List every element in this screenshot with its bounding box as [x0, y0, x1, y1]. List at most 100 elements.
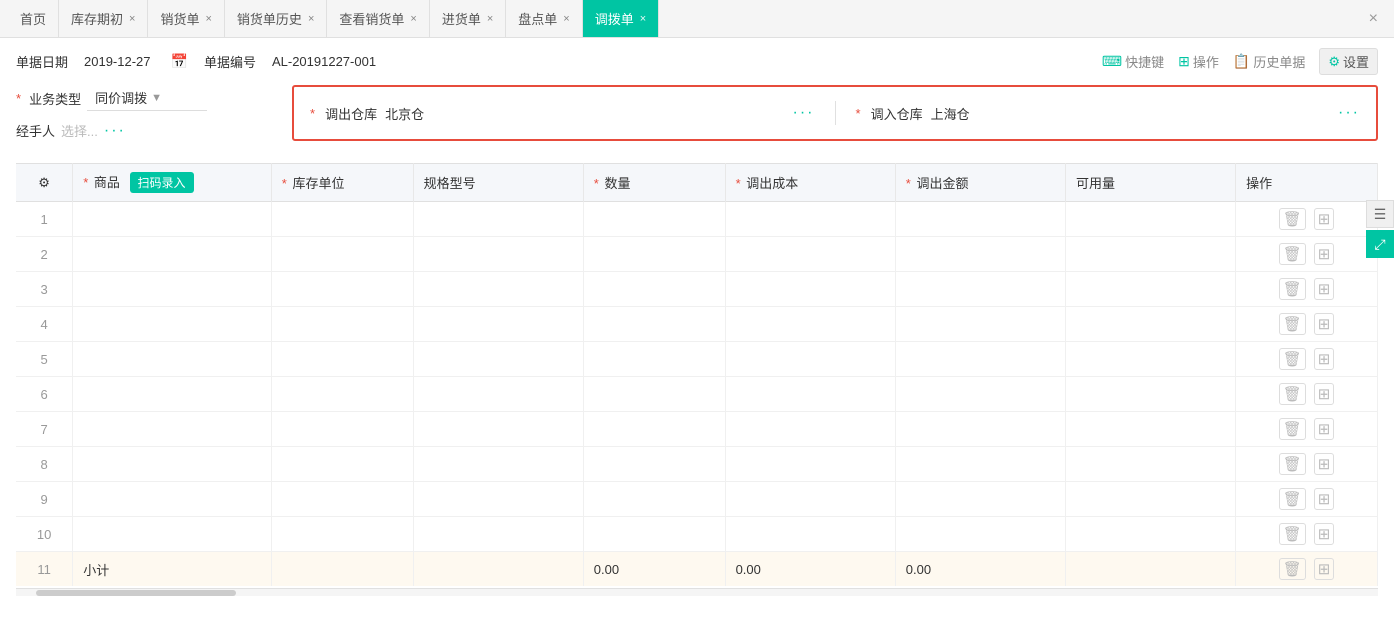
history-button[interactable]: 📋 历史单据 [1233, 52, 1305, 71]
window-close-icon[interactable]: × [1361, 10, 1386, 28]
row-unit-cell[interactable] [271, 342, 413, 377]
row-amount-cell[interactable] [895, 202, 1065, 237]
copy-icon[interactable]: ⊞ [1314, 418, 1335, 440]
delete-icon[interactable]: 🗑 [1279, 313, 1306, 335]
row-spec-cell[interactable] [413, 307, 583, 342]
copy-icon[interactable]: ⊞ [1314, 243, 1335, 265]
shortcut-button[interactable]: ⌨ 快捷键 [1102, 52, 1164, 71]
float-list-button[interactable]: ☰ [1366, 200, 1394, 228]
row-available-cell[interactable] [1065, 272, 1235, 307]
scan-button[interactable]: 扫码录入 [130, 172, 194, 193]
row-qty-cell[interactable] [583, 412, 725, 447]
row-spec-cell[interactable] [413, 482, 583, 517]
tab-close-icon[interactable]: × [205, 13, 211, 25]
row-unit-cell[interactable] [271, 237, 413, 272]
row-qty-cell[interactable] [583, 377, 725, 412]
row-cost-cell[interactable] [725, 412, 895, 447]
row-amount-cell[interactable] [895, 517, 1065, 552]
row-qty-cell[interactable] [583, 517, 725, 552]
tab-close-icon[interactable]: × [308, 13, 314, 25]
row-product-cell[interactable] [73, 377, 272, 412]
col-settings-header[interactable]: ⚙ [16, 164, 73, 202]
row-amount-cell[interactable] [895, 272, 1065, 307]
row-qty-cell[interactable] [583, 237, 725, 272]
row-available-cell[interactable] [1065, 517, 1235, 552]
handler-more-icon[interactable]: ··· [104, 122, 126, 140]
row-amount-cell[interactable] [895, 482, 1065, 517]
row-amount-cell[interactable] [895, 377, 1065, 412]
tab-inventory-count[interactable]: 盘点单 × [506, 0, 582, 37]
row-qty-cell[interactable] [583, 307, 725, 342]
row-product-cell[interactable] [73, 237, 272, 272]
settings-button[interactable]: ⚙ 设置 [1319, 48, 1378, 75]
row-cost-cell[interactable] [725, 447, 895, 482]
in-warehouse-more-icon[interactable]: ··· [1338, 104, 1360, 122]
delete-icon[interactable]: 🗑 [1279, 558, 1306, 580]
copy-icon[interactable]: ⊞ [1314, 558, 1335, 580]
row-product-cell[interactable] [73, 517, 272, 552]
row-available-cell[interactable] [1065, 482, 1235, 517]
row-available-cell[interactable] [1065, 342, 1235, 377]
row-amount-cell[interactable] [895, 237, 1065, 272]
row-available-cell[interactable] [1065, 307, 1235, 342]
tab-close-icon[interactable]: × [487, 13, 493, 25]
row-spec-cell[interactable] [413, 517, 583, 552]
row-spec-cell[interactable] [413, 342, 583, 377]
tab-transfer-order[interactable]: 调拨单 × [583, 0, 659, 37]
delete-icon[interactable]: 🗑 [1279, 243, 1306, 265]
row-cost-cell[interactable] [725, 202, 895, 237]
handler-input[interactable]: 选择... [61, 121, 98, 140]
delete-icon[interactable]: 🗑 [1279, 208, 1306, 230]
row-unit-cell[interactable] [271, 412, 413, 447]
row-qty-cell[interactable] [583, 342, 725, 377]
row-amount-cell[interactable] [895, 342, 1065, 377]
row-product-cell[interactable] [73, 412, 272, 447]
row-spec-cell[interactable] [413, 447, 583, 482]
row-qty-cell[interactable] [583, 482, 725, 517]
operation-button[interactable]: ⊞ 操作 [1178, 52, 1219, 71]
delete-icon[interactable]: 🗑 [1279, 488, 1306, 510]
float-expand-button[interactable]: ⤢ [1366, 230, 1394, 258]
row-cost-cell[interactable] [725, 272, 895, 307]
copy-icon[interactable]: ⊞ [1314, 383, 1335, 405]
copy-icon[interactable]: ⊞ [1314, 278, 1335, 300]
row-product-cell[interactable] [73, 202, 272, 237]
row-product-cell[interactable] [73, 342, 272, 377]
row-available-cell[interactable] [1065, 237, 1235, 272]
copy-icon[interactable]: ⊞ [1314, 453, 1335, 475]
row-unit-cell[interactable] [271, 202, 413, 237]
row-spec-cell[interactable] [413, 237, 583, 272]
row-cost-cell[interactable] [725, 342, 895, 377]
tab-home[interactable]: 首页 [8, 0, 59, 37]
row-amount-cell[interactable] [895, 447, 1065, 482]
row-cost-cell[interactable] [725, 307, 895, 342]
row-qty-cell[interactable] [583, 272, 725, 307]
row-spec-cell[interactable] [413, 377, 583, 412]
tab-close-icon[interactable]: × [410, 13, 416, 25]
row-cost-cell[interactable] [725, 482, 895, 517]
row-amount-cell[interactable] [895, 307, 1065, 342]
delete-icon[interactable]: 🗑 [1279, 383, 1306, 405]
delete-icon[interactable]: 🗑 [1279, 418, 1306, 440]
row-unit-cell[interactable] [271, 482, 413, 517]
tab-sales-order[interactable]: 销货单 × [148, 0, 224, 37]
row-qty-cell[interactable] [583, 447, 725, 482]
tab-purchase-order[interactable]: 进货单 × [430, 0, 506, 37]
copy-icon[interactable]: ⊞ [1314, 348, 1335, 370]
business-type-dropdown[interactable]: 同价调拨 ▼ [87, 85, 207, 111]
delete-icon[interactable]: 🗑 [1279, 453, 1306, 475]
row-available-cell[interactable] [1065, 202, 1235, 237]
out-warehouse-more-icon[interactable]: ··· [793, 104, 815, 122]
copy-icon[interactable]: ⊞ [1314, 488, 1335, 510]
row-product-cell[interactable] [73, 482, 272, 517]
row-unit-cell[interactable] [271, 377, 413, 412]
row-unit-cell[interactable] [271, 447, 413, 482]
delete-icon[interactable]: 🗑 [1279, 278, 1306, 300]
row-amount-cell[interactable] [895, 412, 1065, 447]
calendar-icon[interactable]: 📅 [171, 53, 188, 70]
horizontal-scrollbar[interactable] [16, 588, 1378, 596]
row-product-cell[interactable] [73, 307, 272, 342]
tab-view-sales[interactable]: 查看销货单 × [327, 0, 429, 37]
row-available-cell[interactable] [1065, 412, 1235, 447]
scrollbar-thumb[interactable] [36, 590, 236, 596]
